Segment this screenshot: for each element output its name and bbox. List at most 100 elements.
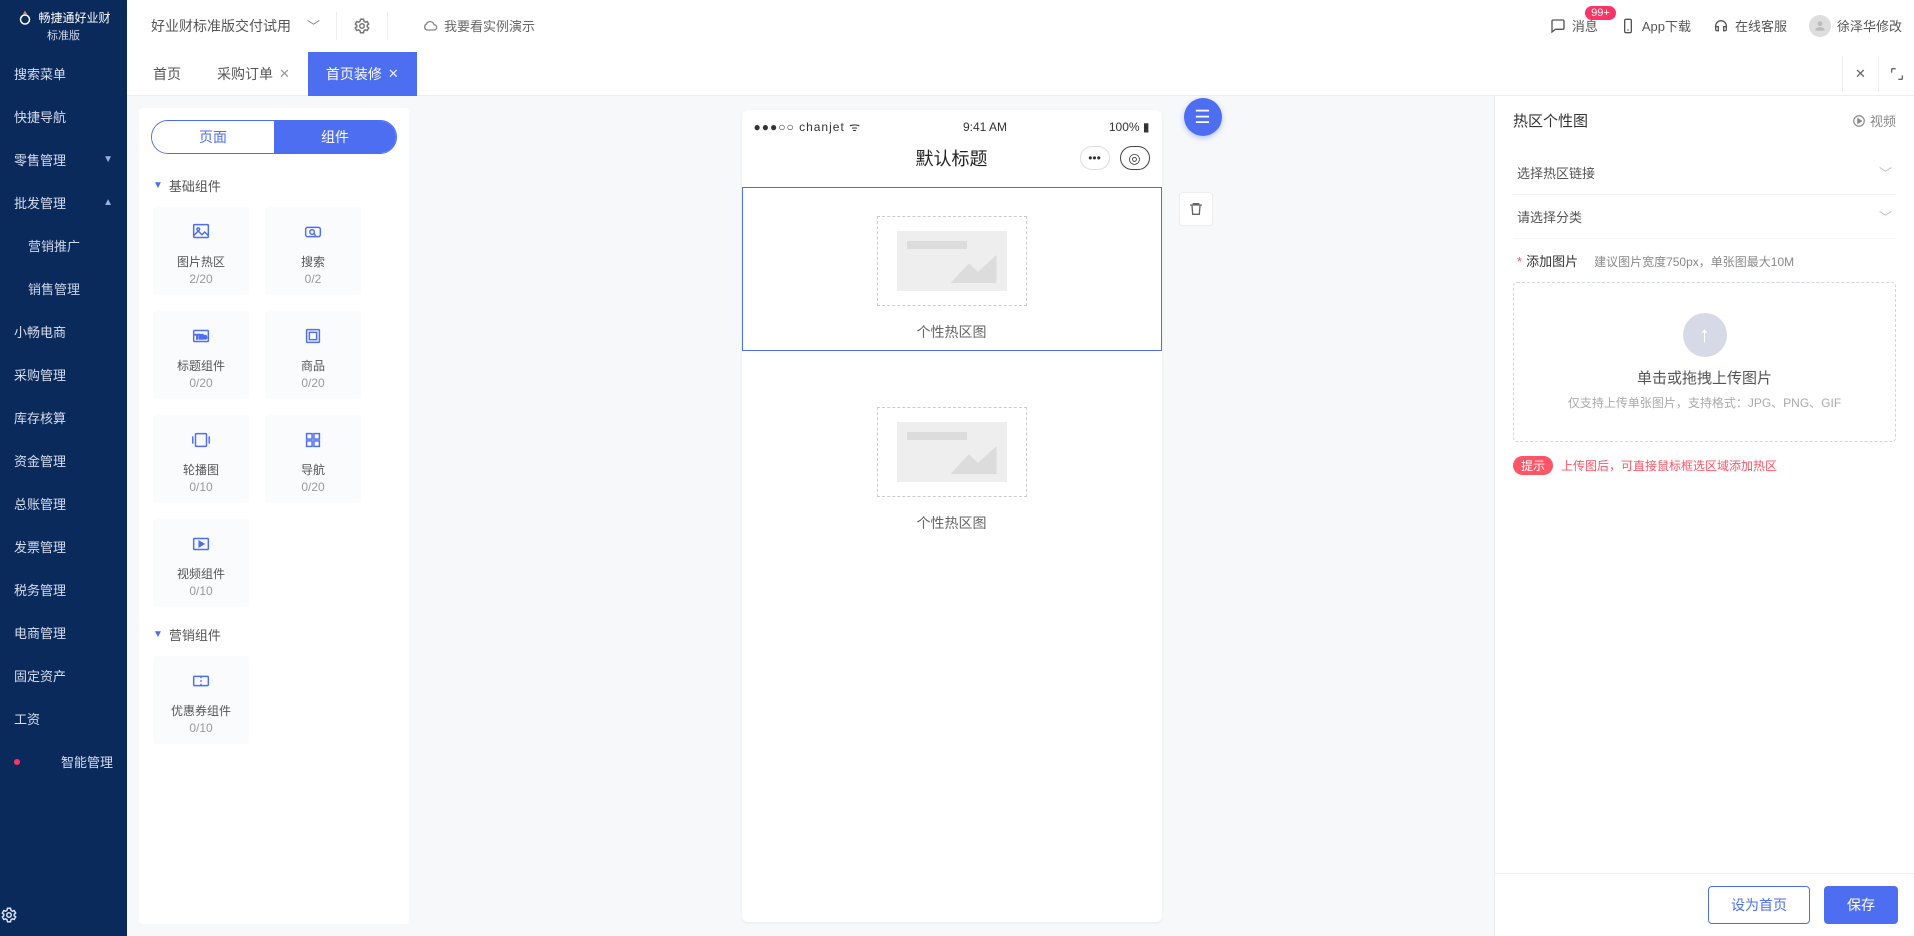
add-image-label: *添加图片 <box>1517 251 1578 270</box>
chevron-down-icon: ▼ <box>153 629 163 640</box>
sidebar-item-assets[interactable]: 固定资产 <box>0 654 127 697</box>
gear-icon[interactable] <box>353 17 371 35</box>
segment-page[interactable]: 页面 <box>152 121 274 153</box>
sidebar-item-funds[interactable]: 资金管理 <box>0 439 127 482</box>
cloud-demo-icon <box>422 18 438 34</box>
sidebar-item-marketing[interactable]: 营销推广 <box>0 224 127 267</box>
component-card-nav[interactable]: 导航 0/20 <box>265 415 361 503</box>
section-title-label: 营销组件 <box>169 625 221 644</box>
section-title-marketing[interactable]: ▼ 营销组件 <box>153 625 395 644</box>
close-icon[interactable]: ✕ <box>388 66 399 82</box>
prop-link-selector[interactable]: 选择热区链接 ﹀ <box>1513 151 1896 194</box>
component-label: 优惠券组件 <box>171 702 231 719</box>
component-count: 0/2 <box>305 272 322 286</box>
component-card-coupon[interactable]: 优惠券组件 0/10 <box>153 656 249 744</box>
save-button[interactable]: 保存 <box>1824 886 1898 924</box>
app-download-tool[interactable]: App下载 <box>1620 16 1691 35</box>
sidebar-item-purchase[interactable]: 采购管理 <box>0 353 127 396</box>
tab-label: 首页 <box>153 64 181 84</box>
tip-row: 提示 上传图后，可直接鼠标框选区域添加热区 <box>1513 456 1896 475</box>
component-panel: 页面 组件 ▼ 基础组件 图片热区 2/20 搜索 <box>139 108 409 924</box>
tab-purchase-order[interactable]: 采购订单 ✕ <box>199 52 308 96</box>
sidebar-item-label: 发票管理 <box>14 537 66 556</box>
sidebar-item-label: 营销推广 <box>28 236 80 255</box>
expand-icon <box>1889 66 1905 82</box>
component-card-image-hotzone[interactable]: 图片热区 2/20 <box>153 207 249 295</box>
sidebar-item-quicknav[interactable]: 快捷导航 <box>0 95 127 138</box>
svg-text:Title: Title <box>195 333 207 340</box>
sidebar-item-label: 小畅电商 <box>14 322 66 341</box>
support-tool[interactable]: 在线客服 <box>1713 16 1787 35</box>
tab-home[interactable]: 首页 <box>135 52 199 96</box>
message-tool[interactable]: 消息 99+ <box>1550 16 1598 35</box>
video-icon <box>186 529 216 559</box>
sidebar-item-label: 搜索菜单 <box>14 64 66 83</box>
tab-label: 采购订单 <box>217 64 273 84</box>
canvas-block-hotzone-1[interactable]: 个性热区图 <box>742 187 1162 351</box>
component-label: 图片热区 <box>177 253 225 270</box>
upload-title: 单击或拖拽上传图片 <box>1637 367 1772 388</box>
sidebar-settings-icon[interactable] <box>0 894 127 936</box>
segment-components[interactable]: 组件 <box>274 121 396 153</box>
phone-status-bar: ●●●○○ chanjet ᯤ 9:41 AM 100% ▮ <box>742 110 1162 139</box>
title-icon: Title <box>186 321 216 351</box>
delete-block-button[interactable] <box>1179 192 1213 226</box>
component-label: 标题组件 <box>177 357 225 374</box>
sidebar-item-label: 库存核算 <box>14 408 66 427</box>
sidebar-item-label: 税务管理 <box>14 580 66 599</box>
chevron-up-icon: ▲ <box>103 197 113 208</box>
sidebar-item-ledger[interactable]: 总账管理 <box>0 482 127 525</box>
tab-home-decor[interactable]: 首页装修 ✕ <box>308 52 417 96</box>
tabs-close-button[interactable]: ✕ <box>1842 56 1878 92</box>
nav-icon <box>298 425 328 455</box>
component-count: 0/10 <box>189 480 212 494</box>
sidebar-item-inventory[interactable]: 库存核算 <box>0 396 127 439</box>
component-card-search[interactable]: 搜索 0/2 <box>265 207 361 295</box>
demo-link[interactable]: 我要看实例演示 <box>422 16 535 35</box>
image-upload-box[interactable]: ↑ 单击或拖拽上传图片 仅支持上传单张图片，支持格式：JPG、PNG、GIF <box>1513 282 1896 442</box>
sidebar-item-label: 快捷导航 <box>14 107 66 126</box>
sidebar: 搜索菜单 快捷导航 零售管理▼ 批发管理▲ 营销推广 销售管理 小畅电商 采购管… <box>0 52 127 936</box>
sidebar-item-ecom[interactable]: 小畅电商 <box>0 310 127 353</box>
component-card-title[interactable]: Title 标题组件 0/20 <box>153 311 249 399</box>
component-card-goods[interactable]: 商品 0/20 <box>265 311 361 399</box>
close-icon[interactable]: ✕ <box>279 66 290 82</box>
component-card-video[interactable]: 视频组件 0/10 <box>153 519 249 607</box>
chevron-down-icon: ﹀ <box>1879 207 1892 226</box>
properties-panel: 热区个性图 视频 选择热区链接 ﹀ 请选择分类 ﹀ <box>1494 96 1914 936</box>
component-card-carousel[interactable]: 轮播图 0/10 <box>153 415 249 503</box>
search-icon <box>298 217 328 247</box>
tab-label: 首页装修 <box>326 64 382 84</box>
set-home-button[interactable]: 设为首页 <box>1708 886 1810 924</box>
tabs-row: 首页 采购订单 ✕ 首页装修 ✕ ✕ <box>127 52 1914 96</box>
phone-carrier: chanjet <box>799 120 845 134</box>
sidebar-item-retail[interactable]: 零售管理▼ <box>0 138 127 181</box>
placeholder-image <box>877 216 1027 306</box>
sidebar-item-smart[interactable]: 智能管理 <box>0 740 127 783</box>
product-chevron-icon[interactable]: ﹀ <box>307 16 320 35</box>
sidebar-item-ecommerce[interactable]: 电商管理 <box>0 611 127 654</box>
component-count: 0/20 <box>301 376 324 390</box>
tabs-expand-button[interactable] <box>1878 56 1914 92</box>
prop-category-selector[interactable]: 请选择分类 ﹀ <box>1513 194 1896 238</box>
sidebar-item-salary[interactable]: 工资 <box>0 697 127 740</box>
phone-menu-icon[interactable]: ••• <box>1080 146 1110 170</box>
sidebar-item-search[interactable]: 搜索菜单 <box>0 52 127 95</box>
play-icon <box>1852 114 1866 128</box>
hamburger-fab[interactable]: ☰ <box>1184 98 1222 136</box>
canvas-block-hotzone-2[interactable]: 个性热区图 <box>742 379 1162 541</box>
sidebar-item-label: 电商管理 <box>14 623 66 642</box>
demo-link-label: 我要看实例演示 <box>444 16 535 35</box>
component-label: 商品 <box>301 357 325 374</box>
phone-preview: ●●●○○ chanjet ᯤ 9:41 AM 100% ▮ 默认标题 ••• … <box>742 110 1162 922</box>
phone-target-icon[interactable]: ◎ <box>1120 146 1150 170</box>
divider <box>387 12 388 40</box>
sidebar-item-invoice[interactable]: 发票管理 <box>0 525 127 568</box>
video-tutorial-link[interactable]: 视频 <box>1852 111 1896 130</box>
sidebar-item-wholesale[interactable]: 批发管理▲ <box>0 181 127 224</box>
sidebar-item-sales[interactable]: 销售管理 <box>0 267 127 310</box>
section-title-basic[interactable]: ▼ 基础组件 <box>153 176 395 195</box>
user-menu[interactable]: 徐泽华修改 <box>1809 15 1902 37</box>
sidebar-item-tax[interactable]: 税务管理 <box>0 568 127 611</box>
carousel-icon <box>186 425 216 455</box>
